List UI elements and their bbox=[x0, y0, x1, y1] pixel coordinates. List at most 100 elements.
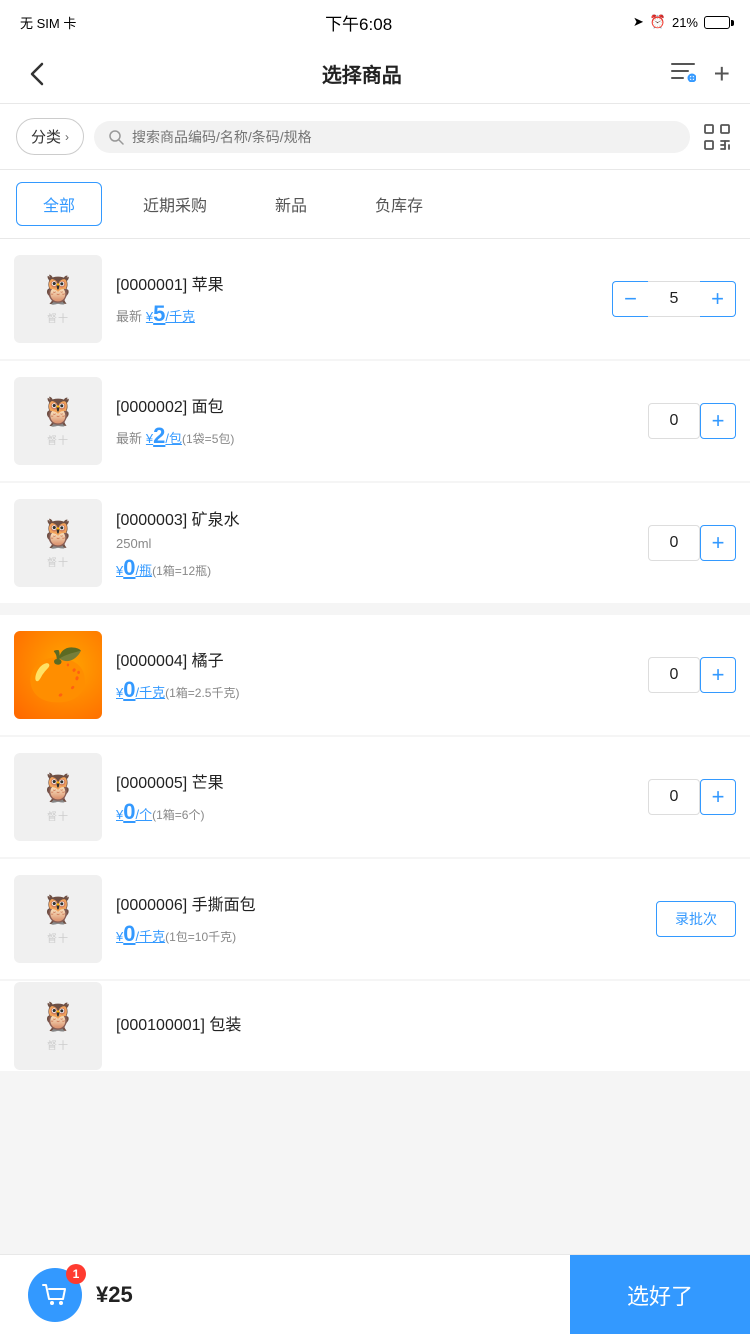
page-title: 选择商品 bbox=[322, 59, 402, 88]
carrier-label: 无 SIM 卡 bbox=[20, 13, 76, 32]
price-unit: /包 bbox=[165, 431, 182, 446]
quantity-control-0000005: + bbox=[648, 779, 736, 815]
quantity-input[interactable] bbox=[648, 281, 700, 317]
price-extra: (1包=10千克) bbox=[165, 930, 236, 944]
product-info-000100001: [000100001] 包装 bbox=[116, 1011, 736, 1041]
quantity-control-0000002: + bbox=[648, 403, 736, 439]
brand-owl-icon: 🦉 bbox=[41, 893, 76, 926]
product-price: 最新 ¥5/千克 bbox=[116, 301, 598, 327]
bottom-spacer bbox=[0, 1073, 750, 1153]
category-label: 分类 bbox=[31, 126, 61, 147]
add-icon[interactable]: + bbox=[714, 58, 730, 90]
product-price: ¥0/个(1箱=6个) bbox=[116, 799, 634, 825]
product-name: [0000004] 橘子 bbox=[116, 647, 634, 671]
brand-text: 督十 bbox=[47, 808, 69, 823]
product-list: 🦉 督十 [0000001] 苹果 最新 ¥5/千克 − + 🦉 督十 [000… bbox=[0, 239, 750, 1153]
product-spec: 250ml bbox=[116, 536, 634, 551]
product-item: 🦉 督十 [0000005] 芒果 ¥0/个(1箱=6个) + bbox=[0, 737, 750, 857]
product-info-0000002: [0000002] 面包 最新 ¥2/包(1袋=5包) bbox=[116, 393, 634, 449]
section-gap bbox=[0, 605, 750, 615]
product-item: 🦉 督十 [000100001] 包装 bbox=[0, 981, 750, 1071]
alarm-icon: ⏰ bbox=[650, 14, 666, 30]
quantity-control-0000004: + bbox=[648, 657, 736, 693]
cart-total: ¥25 bbox=[96, 1282, 133, 1308]
product-item: 🦉 督十 [0000006] 手撕面包 ¥0/千克(1包=10千克) 录批次 bbox=[0, 859, 750, 979]
status-right: ➤ ⏰ 21% bbox=[633, 14, 730, 30]
decrease-button[interactable]: − bbox=[612, 281, 648, 317]
cart-badge: 1 bbox=[66, 1264, 86, 1284]
increase-button[interactable]: + bbox=[700, 281, 736, 317]
category-button[interactable]: 分类 › bbox=[16, 118, 84, 155]
product-price: ¥0/瓶(1箱=12瓶) bbox=[116, 555, 634, 581]
search-input[interactable] bbox=[132, 129, 676, 145]
brand-owl-icon: 🦉 bbox=[41, 395, 76, 428]
product-name: [0000001] 苹果 bbox=[116, 271, 598, 295]
brand-text: 督十 bbox=[47, 310, 69, 325]
price-unit: /瓶 bbox=[135, 563, 152, 578]
quantity-input[interactable] bbox=[648, 779, 700, 815]
nav-actions: + bbox=[670, 58, 730, 90]
increase-button[interactable]: + bbox=[700, 657, 736, 693]
product-image-0000006: 🦉 督十 bbox=[14, 875, 102, 963]
cart-icon-button[interactable]: 1 bbox=[28, 1268, 82, 1322]
toolbar: 分类 › bbox=[0, 104, 750, 170]
batch-record-button[interactable]: 录批次 bbox=[656, 901, 736, 937]
tab-recent[interactable]: 近期采购 bbox=[116, 182, 234, 226]
brand-text: 督十 bbox=[47, 432, 69, 447]
brand-text: 督十 bbox=[47, 1037, 69, 1052]
product-image-0000003: 🦉 督十 bbox=[14, 499, 102, 587]
price-number: 2 bbox=[153, 423, 165, 448]
price-extra: (1箱=2.5千克) bbox=[165, 686, 239, 700]
search-bar bbox=[94, 121, 690, 153]
price-extra: (1箱=6个) bbox=[152, 808, 204, 822]
brand-text: 督十 bbox=[47, 554, 69, 569]
price-unit: /千克 bbox=[135, 685, 165, 700]
chevron-icon: › bbox=[65, 130, 69, 144]
tab-new[interactable]: 新品 bbox=[248, 182, 334, 226]
price-number: 0 bbox=[123, 921, 135, 946]
increase-button[interactable]: + bbox=[700, 525, 736, 561]
status-time: 下午6:08 bbox=[325, 10, 392, 35]
back-button[interactable] bbox=[20, 52, 54, 96]
status-bar: 无 SIM 卡 下午6:08 ➤ ⏰ 21% bbox=[0, 0, 750, 44]
quantity-control-0000003: + bbox=[648, 525, 736, 561]
tab-negative[interactable]: 负库存 bbox=[348, 182, 450, 226]
price-number: 0 bbox=[123, 799, 135, 824]
quantity-input[interactable] bbox=[648, 657, 700, 693]
quantity-input[interactable] bbox=[648, 525, 700, 561]
product-image-0000002: 🦉 督十 bbox=[14, 377, 102, 465]
nav-bar: 选择商品 + bbox=[0, 44, 750, 104]
product-item: 🦉 督十 [0000002] 面包 最新 ¥2/包(1袋=5包) + bbox=[0, 361, 750, 481]
price-label: 最新 bbox=[116, 431, 142, 446]
price-number: 0 bbox=[123, 677, 135, 702]
price-label: 最新 bbox=[116, 309, 142, 324]
bottom-bar: 1 ¥25 选好了 bbox=[0, 1254, 750, 1334]
product-name: [0000002] 面包 bbox=[116, 393, 634, 417]
price-number: 0 bbox=[123, 555, 135, 580]
product-image-0000001: 🦉 督十 bbox=[14, 255, 102, 343]
tab-all[interactable]: 全部 bbox=[16, 182, 102, 226]
filter-icon[interactable] bbox=[670, 60, 696, 88]
scan-icon[interactable] bbox=[700, 120, 734, 154]
product-info-0000003: [0000003] 矿泉水 250ml ¥0/瓶(1箱=12瓶) bbox=[116, 506, 634, 581]
brand-owl-icon: 🦉 bbox=[41, 273, 76, 306]
increase-button[interactable]: + bbox=[700, 403, 736, 439]
product-item: [0000004] 橘子 ¥0/千克(1箱=2.5千克) + bbox=[0, 615, 750, 735]
product-info-0000005: [0000005] 芒果 ¥0/个(1箱=6个) bbox=[116, 769, 634, 825]
battery-percent: 21% bbox=[672, 15, 698, 30]
price-extra: (1袋=5包) bbox=[182, 432, 234, 446]
price-unit: /千克 bbox=[135, 929, 165, 944]
confirm-button[interactable]: 选好了 bbox=[570, 1255, 750, 1334]
search-icon bbox=[108, 129, 124, 145]
product-image-0000005: 🦉 督十 bbox=[14, 753, 102, 841]
product-image-000100001: 🦉 督十 bbox=[14, 982, 102, 1070]
brand-owl-icon: 🦉 bbox=[41, 771, 76, 804]
increase-button[interactable]: + bbox=[700, 779, 736, 815]
quantity-input[interactable] bbox=[648, 403, 700, 439]
product-info-0000006: [0000006] 手撕面包 ¥0/千克(1包=10千克) bbox=[116, 891, 642, 947]
product-item: 🦉 督十 [0000001] 苹果 最新 ¥5/千克 − + bbox=[0, 239, 750, 359]
product-price: 最新 ¥2/包(1袋=5包) bbox=[116, 423, 634, 449]
price-extra: (1箱=12瓶) bbox=[152, 564, 211, 578]
brand-text: 督十 bbox=[47, 930, 69, 945]
product-item: 🦉 督十 [0000003] 矿泉水 250ml ¥0/瓶(1箱=12瓶) + bbox=[0, 483, 750, 603]
